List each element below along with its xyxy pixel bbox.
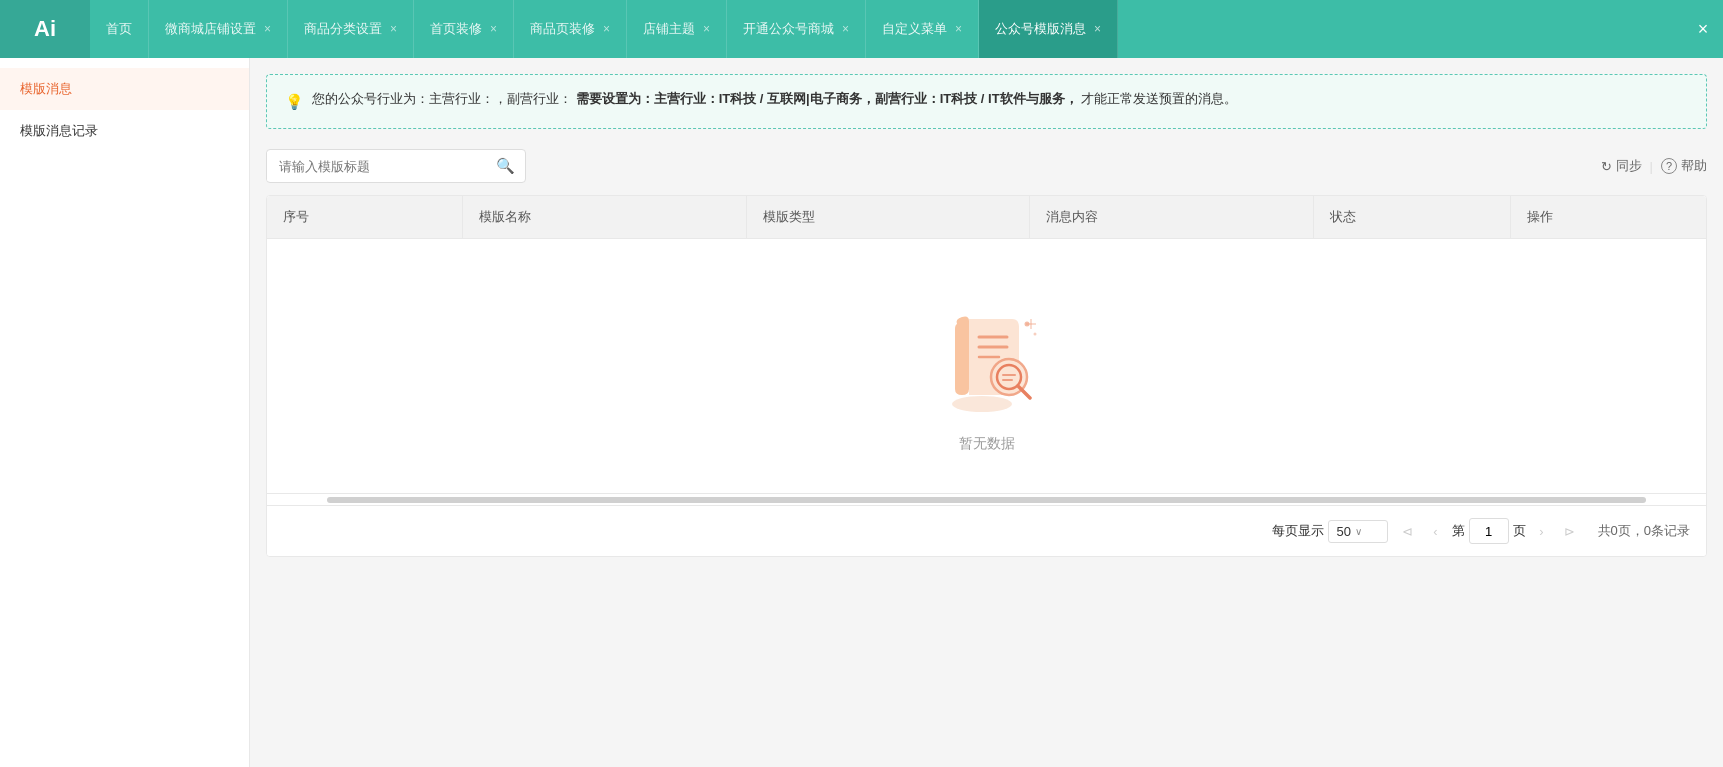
nav-tab-open-mall[interactable]: 开通公众号商城 × [727, 0, 866, 58]
nav-tab-label: 店铺主题 [643, 20, 695, 38]
help-label: 帮助 [1681, 157, 1707, 175]
brand-label: Ai [34, 16, 56, 42]
help-icon: ? [1661, 158, 1677, 174]
nav-tab-label: 公众号模版消息 [995, 20, 1086, 38]
total-info: 共0页，0条记录 [1598, 522, 1690, 540]
last-page-button[interactable]: ⊳ [1558, 519, 1582, 543]
content-area: 💡 您的公众号行业为：主营行业：，副营行业： 需要设置为：主营行业：IT科技 /… [250, 58, 1723, 767]
notice-suffix: 才能正常发送预置的消息。 [1081, 91, 1237, 106]
notice-highlight: 需要设置为：主营行业：IT科技 / 互联网|电子商务，副营行业：IT科技 / I… [576, 91, 1078, 106]
nav-tab-label: 商品分类设置 [304, 20, 382, 38]
data-table-wrap: 序号模版名称模版类型消息内容状态操作 [266, 195, 1707, 557]
nav-tab-home[interactable]: 首页 [90, 0, 149, 58]
pagination: 每页显示 50 ∨ ⊲ ‹ 第 页 › ⊳ [267, 505, 1706, 556]
page-input-wrap: 第 页 [1452, 518, 1526, 544]
per-page-value: 50 [1337, 524, 1351, 539]
nav-tab-label: 商品页装修 [530, 20, 595, 38]
empty-icon [927, 299, 1047, 419]
scrollbar-track [327, 497, 1646, 503]
col-content: 消息内容 [1030, 196, 1314, 239]
notice-box: 💡 您的公众号行业为：主营行业：，副营行业： 需要设置为：主营行业：IT科技 /… [266, 74, 1707, 129]
nav-tab-store-theme[interactable]: 店铺主题 × [627, 0, 727, 58]
prev-page-button[interactable]: ‹ [1424, 519, 1448, 543]
notice-prefix: 您的公众号行业为：主营行业：，副营行业： [312, 91, 572, 106]
close-all-button[interactable]: × [1683, 0, 1723, 58]
page-label-before: 第 [1452, 522, 1465, 540]
col-action: 操作 [1511, 196, 1706, 239]
nav-tab-product-decor[interactable]: 商品页装修 × [514, 0, 627, 58]
brand-logo: Ai [0, 0, 90, 58]
svg-point-0 [952, 396, 1012, 412]
sync-button[interactable]: ↻ 同步 [1601, 157, 1642, 175]
separator: | [1650, 159, 1653, 174]
table-header: 序号模版名称模版类型消息内容状态操作 [267, 196, 1706, 239]
nav-tabs-container: 首页微商城店铺设置×商品分类设置×首页装修×商品页装修×店铺主题×开通公众号商城… [90, 0, 1683, 58]
search-bar: 🔍 ↻ 同步 | ? 帮助 [266, 149, 1707, 183]
search-input-wrap: 🔍 [266, 149, 526, 183]
close-tab-icon[interactable]: × [390, 23, 397, 35]
sync-icon: ↻ [1601, 159, 1612, 174]
close-tab-icon[interactable]: × [955, 23, 962, 35]
page-label-after: 页 [1513, 522, 1526, 540]
empty-text: 暂无数据 [959, 435, 1015, 453]
svg-point-10 [1033, 333, 1036, 336]
scrollbar-area[interactable] [267, 493, 1706, 505]
dropdown-arrow-icon: ∨ [1355, 526, 1362, 537]
empty-state-row: 暂无数据 [267, 239, 1706, 494]
per-page-label: 每页显示 [1272, 522, 1324, 540]
close-tab-icon[interactable]: × [603, 23, 610, 35]
nav-tab-label: 首页 [106, 20, 132, 38]
toolbar-right: ↻ 同步 | ? 帮助 [1601, 157, 1707, 175]
per-page-dropdown[interactable]: 50 ∨ [1328, 520, 1388, 543]
close-tab-icon[interactable]: × [490, 23, 497, 35]
empty-state: 暂无数据 [267, 239, 1706, 493]
search-input[interactable] [267, 152, 486, 181]
next-page-button[interactable]: › [1530, 519, 1554, 543]
close-tab-icon[interactable]: × [703, 23, 710, 35]
help-button[interactable]: ? 帮助 [1661, 157, 1707, 175]
close-tab-icon[interactable]: × [264, 23, 271, 35]
nav-tab-label: 首页装修 [430, 20, 482, 38]
sidebar-item-template-msg[interactable]: 模版消息 [0, 68, 249, 110]
nav-tab-custom-menu[interactable]: 自定义菜单 × [866, 0, 979, 58]
per-page-select: 每页显示 50 ∨ [1272, 520, 1388, 543]
nav-tab-shop-settings[interactable]: 微商城店铺设置 × [149, 0, 288, 58]
main-layout: 模版消息模版消息记录 💡 您的公众号行业为：主营行业：，副营行业： 需要设置为：… [0, 58, 1723, 767]
page-input[interactable] [1469, 518, 1509, 544]
col-index: 序号 [267, 196, 462, 239]
nav-tab-label: 微商城店铺设置 [165, 20, 256, 38]
notice-icon: 💡 [285, 90, 304, 114]
nav-tab-label: 自定义菜单 [882, 20, 947, 38]
sync-label: 同步 [1616, 157, 1642, 175]
data-table: 序号模版名称模版类型消息内容状态操作 [267, 196, 1706, 493]
notice-content: 您的公众号行业为：主营行业：，副营行业： 需要设置为：主营行业：IT科技 / 互… [312, 89, 1688, 110]
close-tab-icon[interactable]: × [842, 23, 849, 35]
col-type: 模版类型 [746, 196, 1030, 239]
close-tab-icon[interactable]: × [1094, 23, 1101, 35]
nav-tab-label: 开通公众号商城 [743, 20, 834, 38]
page-navigation: ⊲ ‹ 第 页 › ⊳ [1396, 518, 1582, 544]
search-button[interactable]: 🔍 [486, 150, 525, 182]
col-name: 模版名称 [462, 196, 746, 239]
sidebar: 模版消息模版消息记录 [0, 58, 250, 767]
sidebar-item-template-msg-record[interactable]: 模版消息记录 [0, 110, 249, 152]
nav-tab-category-settings[interactable]: 商品分类设置 × [288, 0, 414, 58]
nav-tab-home-decor[interactable]: 首页装修 × [414, 0, 514, 58]
col-status: 状态 [1314, 196, 1511, 239]
first-page-button[interactable]: ⊲ [1396, 519, 1420, 543]
nav-tab-template-msg[interactable]: 公众号模版消息 × [979, 0, 1118, 58]
table-body: 暂无数据 [267, 239, 1706, 494]
top-nav: Ai 首页微商城店铺设置×商品分类设置×首页装修×商品页装修×店铺主题×开通公众… [0, 0, 1723, 58]
